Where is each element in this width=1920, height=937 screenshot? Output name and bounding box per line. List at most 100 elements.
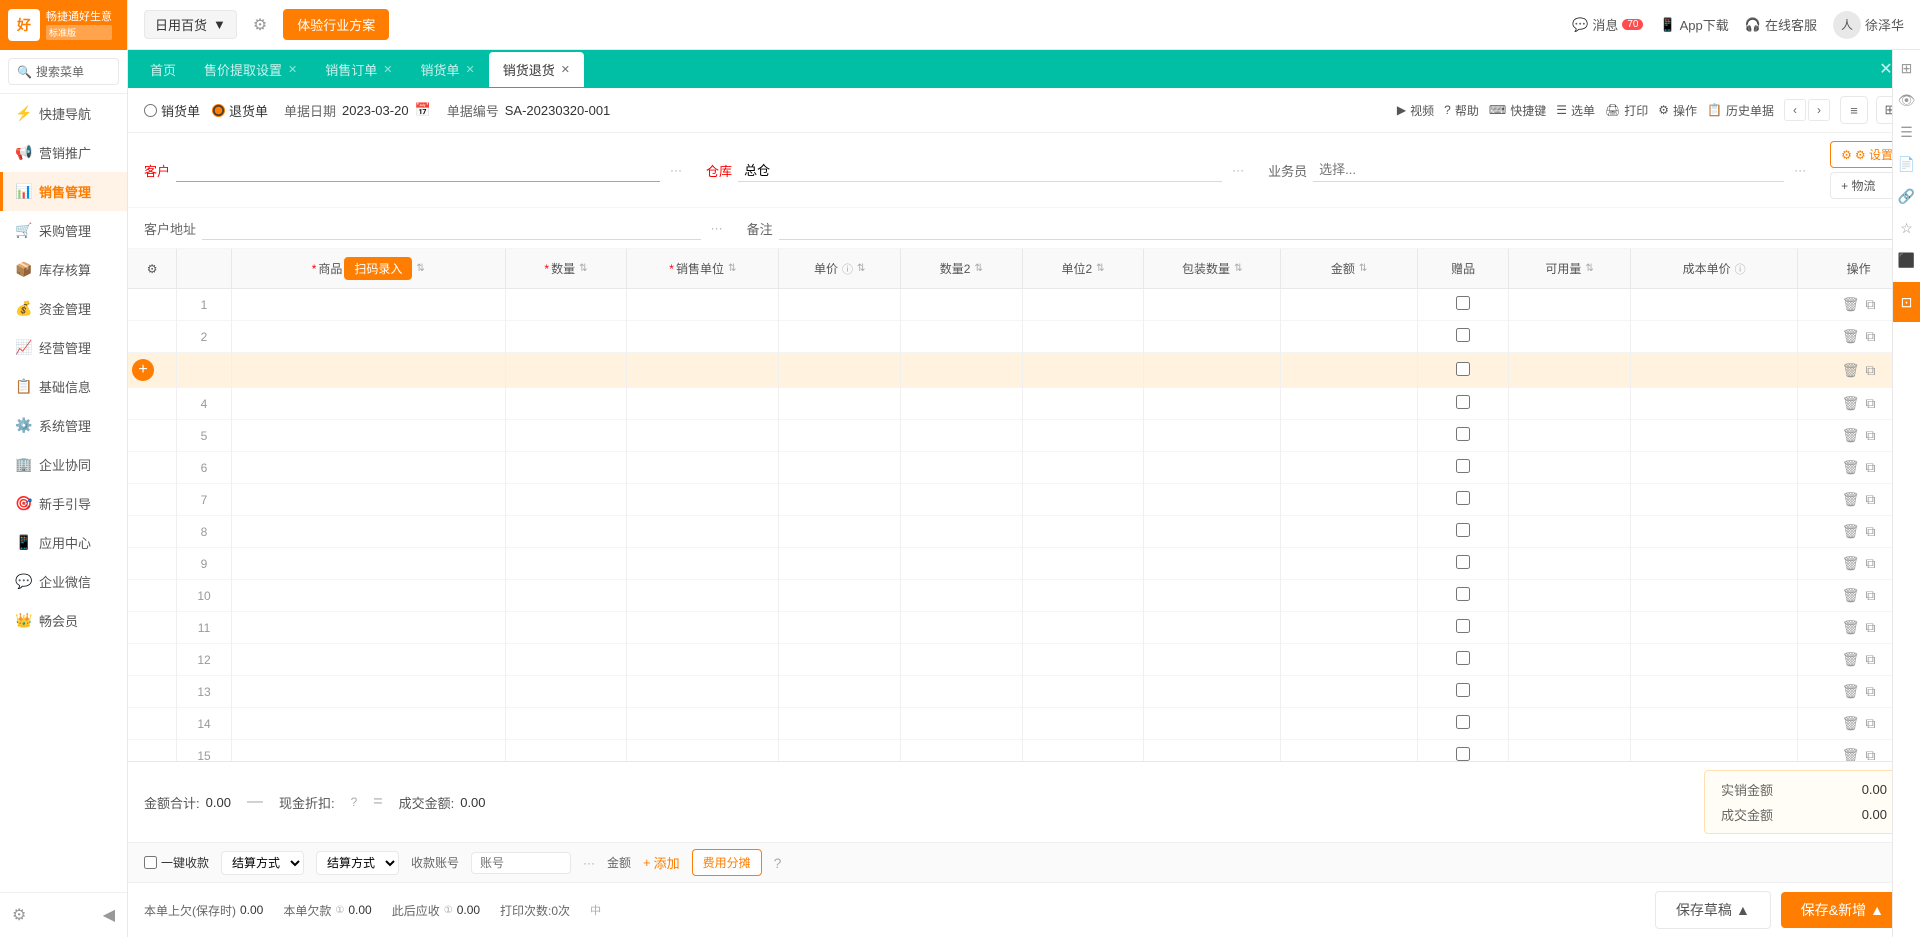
row-amount-cell[interactable] bbox=[1281, 321, 1418, 353]
row-unit2-cell[interactable] bbox=[1022, 353, 1144, 388]
product-input-active[interactable] bbox=[236, 363, 501, 378]
delete-row-icon[interactable]: 🗑 bbox=[1842, 619, 1860, 636]
salesperson-expand-icon[interactable]: ··· bbox=[1794, 163, 1806, 177]
qty2-sort-icon[interactable]: ⇅ bbox=[974, 263, 982, 274]
user-item[interactable]: 人 徐泽华 bbox=[1833, 11, 1904, 39]
tab-sale-delivery[interactable]: 销货单 ✕ bbox=[406, 52, 488, 87]
search-menu-button[interactable]: 🔍 搜索菜单 bbox=[8, 58, 119, 85]
sidebar-item-operations[interactable]: 📈 经营管理 bbox=[0, 328, 127, 367]
row-price-cell[interactable] bbox=[779, 321, 901, 353]
row-avail-cell[interactable] bbox=[1509, 321, 1631, 353]
tab-sale-price[interactable]: 售价提取设置 ✕ bbox=[190, 52, 311, 87]
copy-row-icon[interactable]: ⧉ bbox=[1866, 555, 1876, 572]
radio-return-input[interactable] bbox=[212, 104, 225, 117]
row-gift-checkbox[interactable] bbox=[1456, 747, 1470, 761]
sidebar-item-enterprise[interactable]: 🏢 企业协同 bbox=[0, 445, 127, 484]
unit2-sort-icon[interactable]: ⇅ bbox=[1096, 263, 1104, 274]
delete-row-icon[interactable]: 🗑 bbox=[1842, 395, 1860, 412]
row-price-cell[interactable] bbox=[779, 289, 901, 321]
delete-row-icon[interactable]: 🗑 bbox=[1842, 427, 1860, 444]
copy-row-icon[interactable]: ⧉ bbox=[1866, 651, 1876, 668]
delete-row-icon[interactable]: 🗑 bbox=[1842, 459, 1860, 476]
list-view-button[interactable]: ≡ bbox=[1840, 96, 1868, 124]
radio-sale-label[interactable]: 销货单 bbox=[144, 101, 200, 120]
salesperson-input[interactable] bbox=[1313, 158, 1784, 182]
row-unit2-cell[interactable] bbox=[1022, 289, 1144, 321]
copy-row-icon[interactable]: ⧉ bbox=[1866, 523, 1876, 540]
sidebar-item-member[interactable]: 👑 畅会员 bbox=[0, 601, 127, 640]
copy-row-icon[interactable]: ⧉ bbox=[1866, 328, 1876, 345]
tab-sale-order[interactable]: 销售订单 ✕ bbox=[311, 52, 406, 87]
right-panel-icon-4[interactable]: 📄 bbox=[1897, 154, 1917, 174]
remark-input[interactable] bbox=[779, 216, 1904, 240]
sidebar-search-area[interactable]: 🔍 搜索菜单 bbox=[0, 50, 127, 94]
row-price-cell[interactable] bbox=[779, 353, 901, 388]
row-gift-checkbox[interactable] bbox=[1456, 395, 1470, 409]
video-button[interactable]: ▶ 视频 bbox=[1397, 102, 1434, 119]
sidebar-item-system-mgmt[interactable]: ⚙️ 系统管理 bbox=[0, 406, 127, 445]
radio-return-label[interactable]: 退货单 bbox=[212, 101, 268, 120]
delete-row-icon[interactable]: 🗑 bbox=[1842, 491, 1860, 508]
account-expand-icon[interactable]: ··· bbox=[583, 856, 595, 870]
industry-dropdown[interactable]: 日用百货 ▼ bbox=[144, 10, 237, 39]
avail-sort-icon[interactable]: ⇅ bbox=[1585, 263, 1593, 274]
tab-sale-return-close-icon[interactable]: ✕ bbox=[561, 63, 570, 76]
delete-row-icon[interactable]: 🗑 bbox=[1842, 523, 1860, 540]
expense-split-button[interactable]: 费用分摊 bbox=[692, 849, 762, 876]
close-tab-button[interactable]: ✕ bbox=[1879, 59, 1892, 79]
row-avail-cell[interactable] bbox=[1509, 353, 1631, 388]
row-qty-cell[interactable] bbox=[505, 321, 627, 353]
row-qty2-cell[interactable] bbox=[901, 321, 1023, 353]
copy-row-icon[interactable]: ⧉ bbox=[1866, 715, 1876, 732]
sidebar-settings-button[interactable]: ⚙ bbox=[8, 901, 30, 929]
prev-doc-button[interactable]: ‹ bbox=[1784, 99, 1806, 121]
row-amount-cell[interactable] bbox=[1281, 353, 1418, 388]
row-saleunit-cell[interactable] bbox=[627, 289, 779, 321]
row-packqty-cell[interactable] bbox=[1144, 289, 1281, 321]
row-gift-checkbox[interactable] bbox=[1456, 328, 1470, 342]
save-draft-button[interactable]: 保存草稿 ▲ bbox=[1655, 891, 1771, 929]
sidebar-item-sales-mgmt[interactable]: 📊 销售管理 bbox=[0, 172, 127, 211]
copy-row-icon[interactable]: ⧉ bbox=[1866, 747, 1876, 761]
row-qty2-cell[interactable] bbox=[901, 289, 1023, 321]
delete-row-icon[interactable]: 🗑 bbox=[1842, 587, 1860, 604]
sidebar-item-app-center[interactable]: 📱 应用中心 bbox=[0, 523, 127, 562]
row-costprice-cell[interactable] bbox=[1630, 289, 1797, 321]
tab-sale-return[interactable]: 销货退货 ✕ bbox=[489, 52, 584, 87]
copy-row-icon[interactable]: ⧉ bbox=[1866, 296, 1876, 313]
delete-row-icon[interactable]: 🗑 bbox=[1842, 362, 1860, 379]
payment-help-icon[interactable]: ? bbox=[774, 855, 782, 871]
customer-expand-icon[interactable]: ··· bbox=[670, 163, 682, 177]
notification-item[interactable]: 💬 消息 70 bbox=[1572, 15, 1643, 34]
shortcut-button[interactable]: ⌨ 快捷键 bbox=[1489, 102, 1546, 119]
row-amount-cell[interactable] bbox=[1281, 289, 1418, 321]
row-product-cell[interactable] bbox=[231, 321, 505, 353]
calc-method-select[interactable]: 结算方式 bbox=[221, 851, 304, 875]
row-gift-checkbox[interactable] bbox=[1456, 427, 1470, 441]
qty-sort-icon[interactable]: ⇅ bbox=[579, 263, 587, 274]
sidebar-item-enterprise-wx[interactable]: 💬 企业微信 bbox=[0, 562, 127, 601]
tab-sale-order-close-icon[interactable]: ✕ bbox=[383, 63, 392, 76]
price-info-icon[interactable]: ⓘ bbox=[842, 261, 853, 277]
row-saleunit-cell[interactable] bbox=[627, 321, 779, 353]
help-button[interactable]: ? 帮助 bbox=[1444, 102, 1479, 119]
address-input[interactable] bbox=[202, 216, 701, 240]
row-packqty-cell[interactable] bbox=[1144, 353, 1281, 388]
tab-home[interactable]: 首页 bbox=[136, 52, 190, 87]
sidebar-item-new-guide[interactable]: 🎯 新手引导 bbox=[0, 484, 127, 523]
save-new-button[interactable]: 保存&新增 ▲ bbox=[1781, 892, 1904, 928]
copy-row-icon[interactable]: ⧉ bbox=[1866, 683, 1876, 700]
one-click-payment-checkbox[interactable] bbox=[144, 856, 157, 869]
row-gift-checkbox[interactable] bbox=[1456, 555, 1470, 569]
right-panel-icon-7[interactable]: ⬛ bbox=[1897, 250, 1917, 270]
copy-row-icon[interactable]: ⧉ bbox=[1866, 395, 1876, 412]
add-payment-button[interactable]: + 添加 bbox=[643, 853, 680, 872]
right-panel-icon-5[interactable]: 🔗 bbox=[1897, 186, 1917, 206]
tab-sale-price-close-icon[interactable]: ✕ bbox=[288, 63, 297, 76]
copy-row-icon[interactable]: ⧉ bbox=[1866, 427, 1876, 444]
row-packqty-cell[interactable] bbox=[1144, 321, 1281, 353]
calendar-icon[interactable]: 📅 bbox=[415, 102, 431, 118]
right-panel-icon-6[interactable]: ☆ bbox=[1897, 218, 1917, 238]
next-doc-button[interactable]: › bbox=[1808, 99, 1830, 121]
warehouse-input[interactable] bbox=[738, 158, 1222, 182]
